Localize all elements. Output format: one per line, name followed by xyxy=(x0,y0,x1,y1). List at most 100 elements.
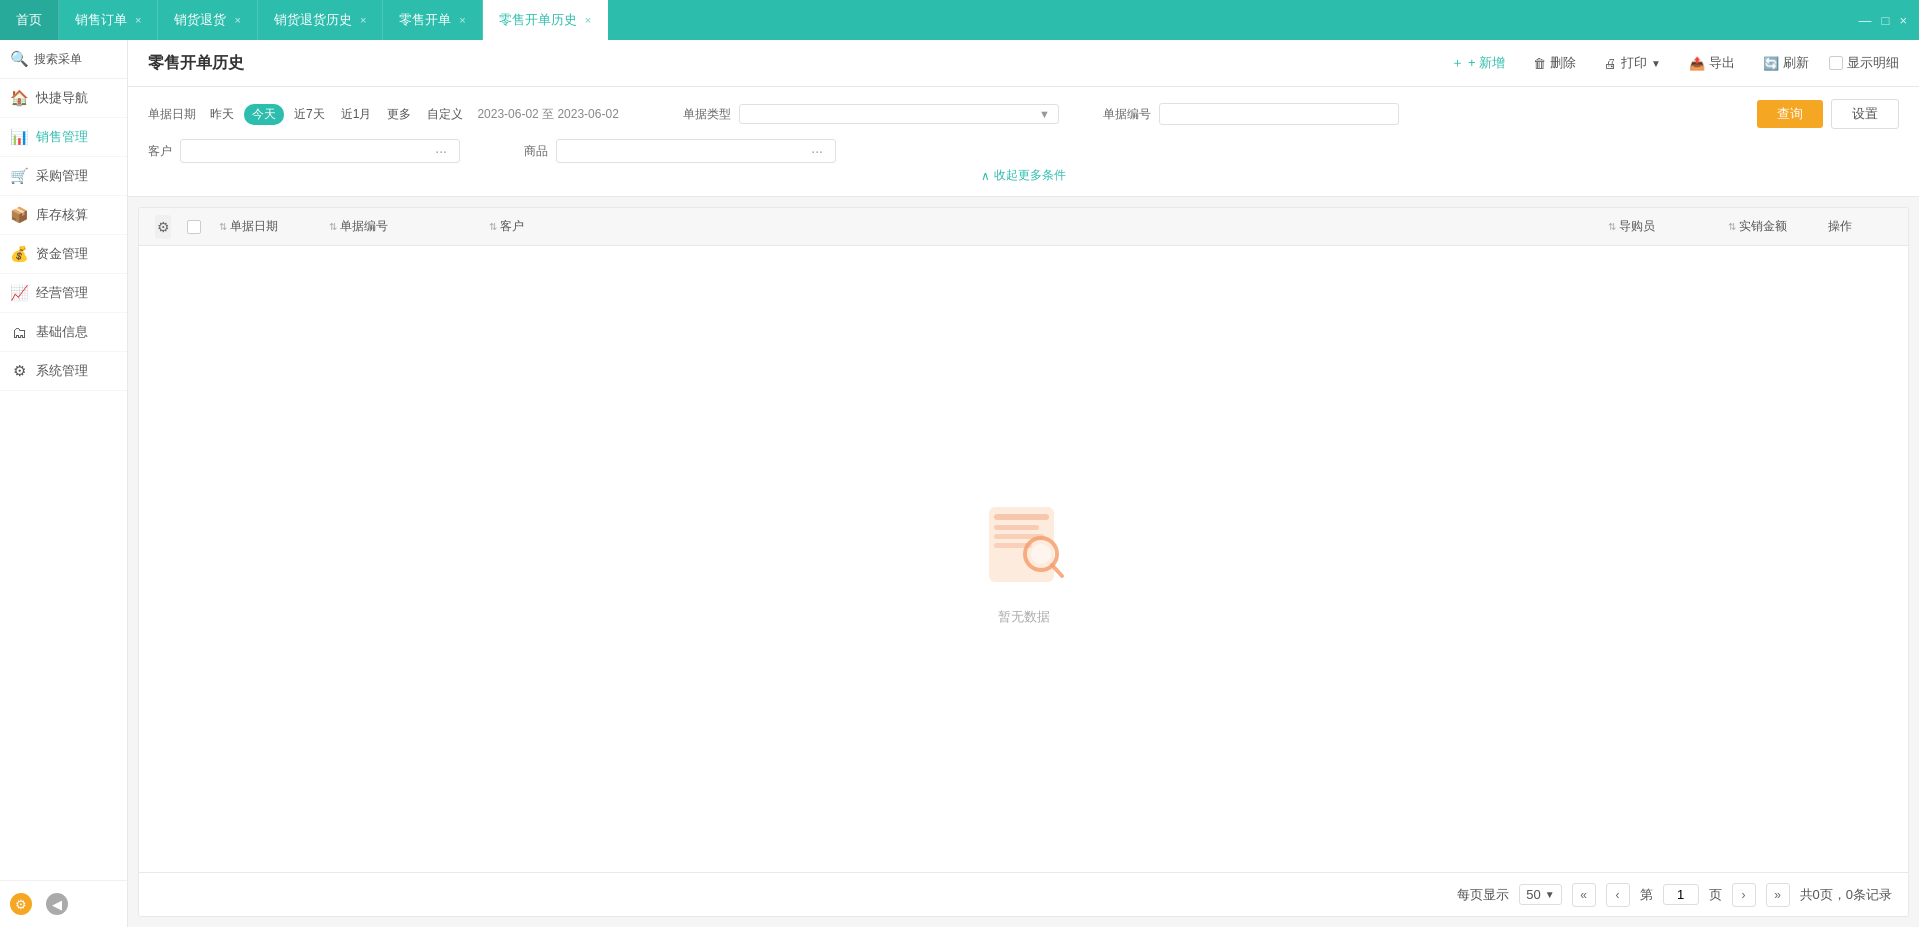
sidebar-item-inventory-label: 库存核算 xyxy=(36,206,88,224)
tab-retail-order-close[interactable]: × xyxy=(459,14,465,26)
settings-bottom-icon[interactable]: ⚙ xyxy=(10,893,32,915)
date-btn-today[interactable]: 今天 xyxy=(244,104,284,125)
total-records-text: 共0页，0条记录 xyxy=(1800,886,1892,904)
goods-label: 商品 xyxy=(524,143,548,160)
sidebar-item-purchase[interactable]: 🛒 采购管理 xyxy=(0,157,127,196)
date-btn-yesterday[interactable]: 昨天 xyxy=(204,104,240,125)
customer-ellipsis-button[interactable]: ··· xyxy=(431,143,451,159)
tab-sales-order[interactable]: 销售订单 × xyxy=(59,0,158,40)
date-btn-7days[interactable]: 近7天 xyxy=(288,104,331,125)
page-title: 零售开单历史 xyxy=(148,53,244,74)
date-btn-1month[interactable]: 近1月 xyxy=(335,104,378,125)
query-button[interactable]: 查询 xyxy=(1757,100,1823,128)
th-amount[interactable]: ⇅ 实销金额 xyxy=(1720,218,1820,235)
add-label: + 新增 xyxy=(1468,54,1505,72)
tab-sales-return[interactable]: 销货退货 × xyxy=(158,0,257,40)
export-label: 导出 xyxy=(1709,54,1735,72)
sidebar-search[interactable]: 🔍 搜索采单 xyxy=(0,40,127,79)
sort-date-icon: ⇅ xyxy=(219,221,227,232)
minimize-button[interactable]: — xyxy=(1859,13,1872,28)
tab-sales-return-history[interactable]: 销货退货历史 × xyxy=(258,0,383,40)
select-all-checkbox[interactable] xyxy=(187,220,201,234)
th-guide[interactable]: ⇅ 导购员 xyxy=(1600,218,1720,235)
collapse-row: ∧ 收起更多条件 xyxy=(148,167,1899,184)
order-type-label: 单据类型 xyxy=(683,106,731,123)
tab-sales-return-close[interactable]: × xyxy=(234,14,240,26)
svg-rect-2 xyxy=(994,525,1039,530)
settings-button[interactable]: 设置 xyxy=(1831,99,1899,129)
print-dropdown-icon: ▼ xyxy=(1651,58,1661,69)
refresh-button[interactable]: 🔄 刷新 xyxy=(1755,50,1817,76)
order-num-input[interactable] xyxy=(1168,107,1390,121)
sidebar-item-sales-label: 销售管理 xyxy=(36,128,88,146)
print-label: 打印 xyxy=(1621,54,1647,72)
last-page-button[interactable]: » xyxy=(1766,883,1790,907)
refresh-label: 刷新 xyxy=(1783,54,1809,72)
page-prefix-label: 第 xyxy=(1640,886,1653,904)
delete-button[interactable]: 🗑 删除 xyxy=(1525,50,1584,76)
finance-icon: 💰 xyxy=(10,245,28,263)
th-customer[interactable]: ⇅ 客户 xyxy=(481,218,1600,235)
first-page-icon: « xyxy=(1580,888,1587,902)
home-icon: 🏠 xyxy=(10,89,28,107)
sidebar-item-operations[interactable]: 📈 经营管理 xyxy=(0,274,127,313)
goods-input[interactable] xyxy=(565,144,807,158)
per-page-label: 每页显示 xyxy=(1457,886,1509,904)
order-num-input-wrap xyxy=(1159,103,1399,125)
display-detail-toggle[interactable]: 显示明细 xyxy=(1829,54,1899,72)
sidebar-item-home-label: 快捷导航 xyxy=(36,89,88,107)
close-button[interactable]: × xyxy=(1899,13,1907,28)
sort-ordernum-icon: ⇅ xyxy=(329,221,337,232)
per-page-select[interactable]: 50 ▼ xyxy=(1519,884,1561,905)
sidebar-item-inventory[interactable]: 📦 库存核算 xyxy=(0,196,127,235)
order-type-select[interactable]: ▼ xyxy=(739,104,1059,124)
sidebar-item-sales[interactable]: 📊 销售管理 xyxy=(0,118,127,157)
display-detail-checkbox[interactable] xyxy=(1829,56,1843,70)
order-num-label: 单据编号 xyxy=(1103,106,1151,123)
date-btn-more[interactable]: 更多 xyxy=(381,104,417,125)
next-page-button[interactable]: › xyxy=(1732,883,1756,907)
main-layout: 🔍 搜索采单 🏠 快捷导航 📊 销售管理 🛒 采购管理 📦 库存核算 💰 资金管… xyxy=(0,40,1919,927)
tab-sales-order-close[interactable]: × xyxy=(135,14,141,26)
customer-input[interactable] xyxy=(189,144,431,158)
prev-page-button[interactable]: ‹ xyxy=(1606,883,1630,907)
customer-filter-group: 客户 ··· xyxy=(148,139,460,163)
goods-ellipsis-button[interactable]: ··· xyxy=(807,143,827,159)
page-number-input[interactable] xyxy=(1663,884,1699,905)
tab-sales-return-history-close[interactable]: × xyxy=(360,14,366,26)
content-header: 零售开单历史 ＋ + 新增 🗑 删除 🖨 打印 ▼ 📤 导出 xyxy=(128,40,1919,87)
th-check xyxy=(179,220,211,234)
top-navigation: 首页 销售订单 × 销货退货 × 销货退货历史 × 零售开单 × 零售开单历史 … xyxy=(0,0,1919,40)
sidebar-item-system[interactable]: ⚙ 系统管理 xyxy=(0,352,127,391)
tab-retail-order-history-close[interactable]: × xyxy=(585,14,591,26)
maximize-button[interactable]: □ xyxy=(1882,13,1890,28)
empty-state-text: 暂无数据 xyxy=(998,608,1050,626)
th-ordernum[interactable]: ⇅ 单据编号 xyxy=(321,218,481,235)
sidebar-item-finance[interactable]: 💰 资金管理 xyxy=(0,235,127,274)
th-date[interactable]: ⇅ 单据日期 xyxy=(211,218,321,235)
tab-retail-order-history[interactable]: 零售开单历史 × xyxy=(483,0,608,40)
tab-sales-return-label: 销货退货 xyxy=(174,11,226,29)
first-page-button[interactable]: « xyxy=(1572,883,1596,907)
page-unit-label: 页 xyxy=(1709,886,1722,904)
tab-retail-order[interactable]: 零售开单 × xyxy=(383,0,482,40)
sidebar-item-system-label: 系统管理 xyxy=(36,362,88,380)
sidebar-item-basic-info[interactable]: 🗂 基础信息 xyxy=(0,313,127,352)
date-btn-custom[interactable]: 自定义 xyxy=(421,104,469,125)
tab-home[interactable]: 首页 xyxy=(0,0,59,40)
collapse-button[interactable]: ∧ 收起更多条件 xyxy=(981,167,1066,184)
order-type-filter-group: 单据类型 ▼ xyxy=(683,104,1059,124)
print-button[interactable]: 🖨 打印 ▼ xyxy=(1596,50,1669,76)
sidebar-item-home[interactable]: 🏠 快捷导航 xyxy=(0,79,127,118)
export-button[interactable]: 📤 导出 xyxy=(1681,50,1743,76)
column-settings-button[interactable]: ⚙ xyxy=(155,215,171,239)
tab-sales-return-history-label: 销货退货历史 xyxy=(274,11,352,29)
add-button[interactable]: ＋ + 新增 xyxy=(1443,50,1513,76)
prev-page-icon: ‹ xyxy=(1616,888,1620,902)
filter-row-1: 单据日期 昨天 今天 近7天 近1月 更多 自定义 2023-06-02 至 2… xyxy=(148,99,1899,129)
th-ordernum-label: 单据编号 xyxy=(340,218,388,235)
collapse-sidebar-button[interactable]: ◀ xyxy=(46,893,68,915)
operations-icon: 📈 xyxy=(10,284,28,302)
inventory-icon: 📦 xyxy=(10,206,28,224)
tab-retail-order-label: 零售开单 xyxy=(399,11,451,29)
